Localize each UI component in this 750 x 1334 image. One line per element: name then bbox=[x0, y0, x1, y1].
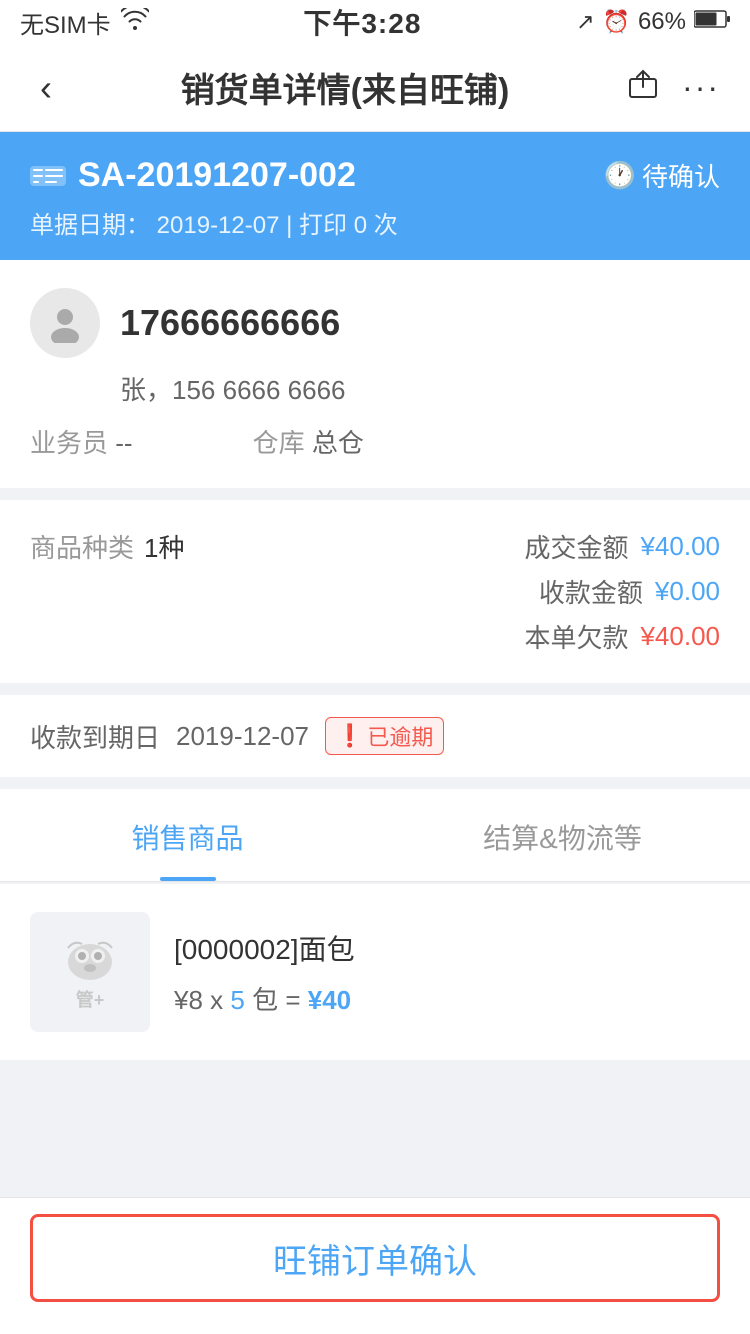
product-section: 管+ [0000002]面包 ¥8 x 5 包 = ¥40 bbox=[0, 884, 750, 1061]
confirm-order-button[interactable]: 旺铺订单确认 bbox=[30, 1214, 720, 1302]
alarm-icon: ⏰ bbox=[603, 9, 630, 35]
order-header: SA-20191207-002 🕐 待确认 单据日期： 2019-12-07 |… bbox=[0, 132, 750, 260]
product-type-label: 商品种类 bbox=[30, 528, 134, 565]
overdue-badge: ❗ 已逾期 bbox=[325, 717, 444, 755]
order-date: 单据日期： 2019-12-07 | 打印 0 次 bbox=[30, 205, 720, 240]
tab-products[interactable]: 销售商品 bbox=[0, 789, 375, 881]
carrier-text: 无SIM卡 bbox=[20, 5, 111, 40]
warehouse-label: 仓库 bbox=[253, 428, 305, 458]
salesperson-label: 业务员 bbox=[30, 428, 108, 458]
deal-amount-value: ¥40.00 bbox=[640, 531, 720, 562]
overdue-icon: ❗ bbox=[336, 723, 363, 749]
battery-icon bbox=[694, 8, 730, 36]
brand-watermark: 管+ bbox=[76, 986, 105, 1012]
tabs: 销售商品 结算&物流等 bbox=[0, 789, 750, 882]
page-title: 销货单详情(来自旺铺) bbox=[181, 63, 510, 112]
customer-phone: 17666666666 bbox=[120, 302, 340, 344]
overdue-text: 已逾期 bbox=[367, 720, 433, 752]
product-qty: 5 bbox=[230, 985, 244, 1015]
deal-amount-label: 成交金额 bbox=[524, 528, 628, 565]
due-date-label: 收款到期日 bbox=[30, 718, 160, 755]
customer-section: 17666666666 张，156 6666 6666 业务员 -- 仓库 总仓 bbox=[0, 260, 750, 500]
customer-meta: 业务员 -- 仓库 总仓 bbox=[30, 423, 720, 460]
share-icon[interactable] bbox=[628, 69, 658, 107]
received-amount-value: ¥0.00 bbox=[655, 576, 720, 607]
location-icon: ↗ bbox=[576, 9, 594, 35]
product-info: [0000002]面包 ¥8 x 5 包 = ¥40 bbox=[174, 928, 720, 1017]
due-date-value: 2019-12-07 bbox=[176, 721, 309, 752]
product-type-value: 1种 bbox=[144, 528, 184, 565]
nav-bar: ‹ 销货单详情(来自旺铺) ··· bbox=[0, 44, 750, 132]
back-button[interactable]: ‹ bbox=[30, 57, 62, 119]
product-thumbnail: 管+ bbox=[30, 912, 150, 1032]
status-bar: 无SIM卡 下午3:28 ↗ ⏰ 66% bbox=[0, 0, 750, 44]
due-date-section: 收款到期日 2019-12-07 ❗ 已逾期 bbox=[0, 695, 750, 789]
status-bar-left: 无SIM卡 bbox=[20, 5, 149, 40]
bottom-bar: 旺铺订单确认 bbox=[0, 1197, 750, 1334]
clock-icon: 🕐 bbox=[604, 160, 636, 191]
battery-text: 66% bbox=[638, 8, 686, 36]
product-name: [0000002]面包 bbox=[174, 928, 720, 968]
order-status: 🕐 待确认 bbox=[604, 157, 720, 194]
due-amount-value: ¥40.00 bbox=[640, 621, 720, 652]
product-item: 管+ [0000002]面包 ¥8 x 5 包 = ¥40 bbox=[0, 884, 750, 1061]
product-total: ¥40 bbox=[308, 985, 351, 1015]
due-amount-label: 本单欠款 bbox=[524, 618, 628, 655]
more-icon[interactable]: ··· bbox=[682, 69, 720, 106]
product-price: ¥8 x 5 包 = ¥40 bbox=[174, 980, 720, 1017]
customer-name: 张，156 6666 6666 bbox=[30, 370, 720, 407]
salesperson-value: -- bbox=[115, 428, 132, 458]
tab-settlement[interactable]: 结算&物流等 bbox=[375, 789, 750, 881]
customer-avatar bbox=[30, 288, 100, 358]
status-bar-right: ↗ ⏰ 66% bbox=[576, 8, 730, 36]
wifi-icon bbox=[121, 8, 149, 37]
received-amount-label: 收款金额 bbox=[539, 573, 643, 610]
warehouse-value: 总仓 bbox=[312, 428, 364, 458]
status-bar-time: 下午3:28 bbox=[303, 2, 421, 42]
order-number: SA-20191207-002 bbox=[30, 156, 356, 195]
nav-actions: ··· bbox=[628, 69, 720, 107]
summary-section: 商品种类 1种 成交金额 ¥40.00 收款金额 ¥0.00 本单欠款 ¥40.… bbox=[0, 500, 750, 695]
